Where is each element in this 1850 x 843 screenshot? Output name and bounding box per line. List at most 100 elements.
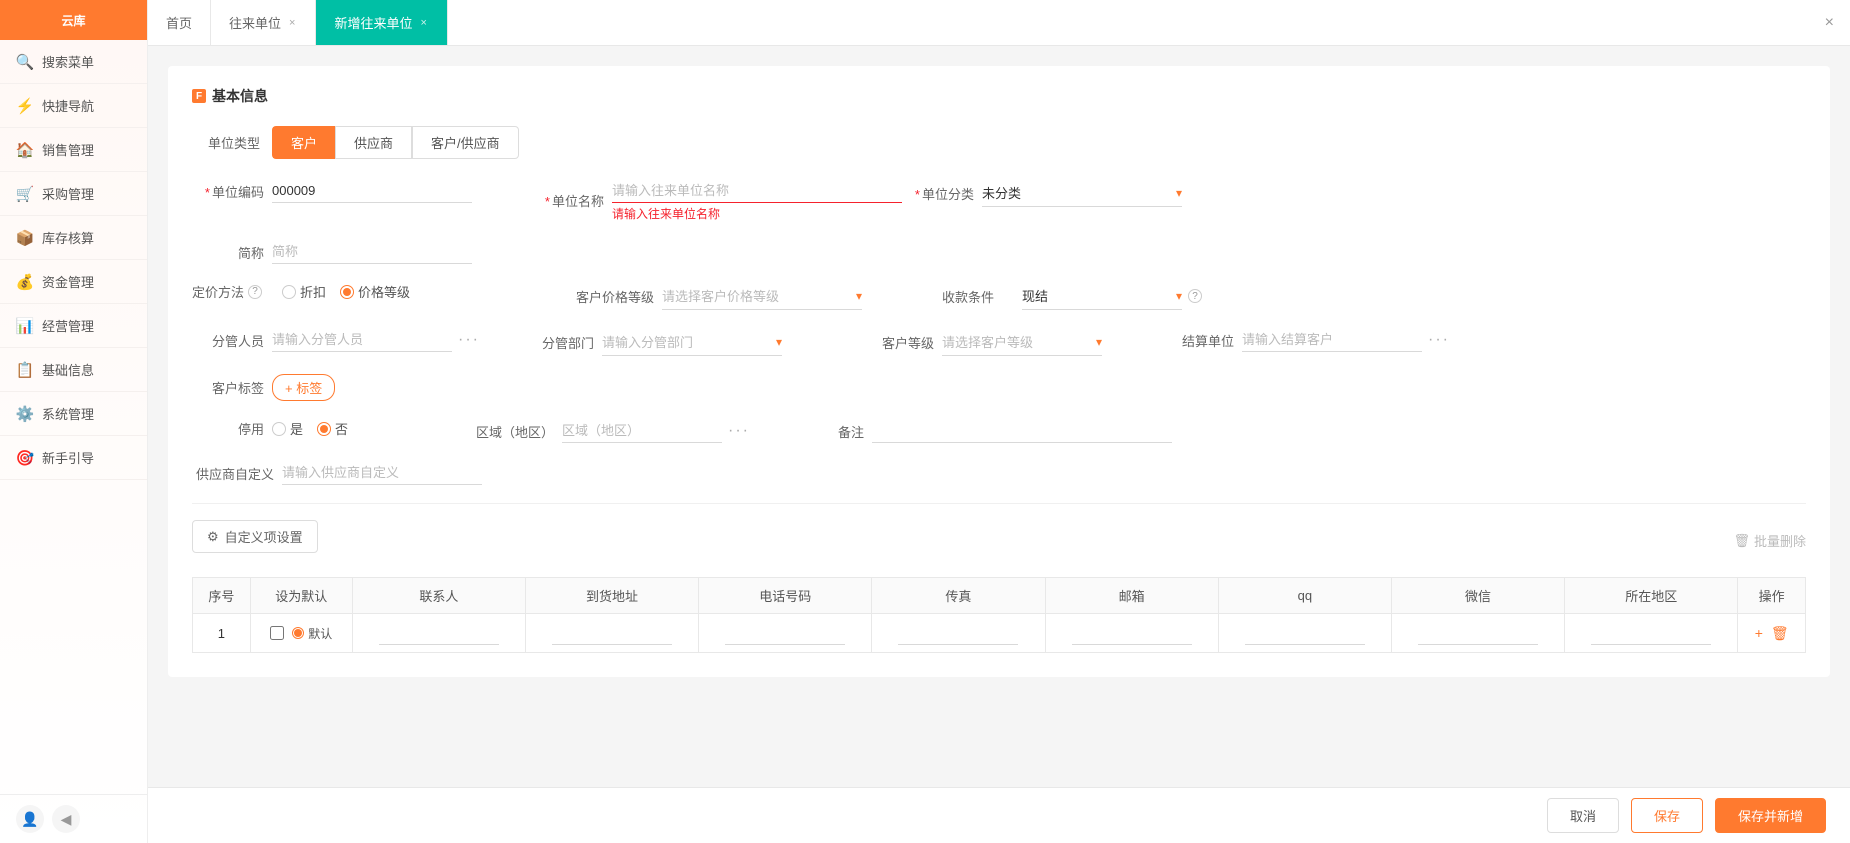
tab-partners[interactable]: 往来单位 × (211, 0, 316, 45)
sidebar-item-inventory[interactable]: 📦 库存核算 (0, 216, 147, 260)
sidebar-item-quick-nav[interactable]: ⚡ 快捷导航 (0, 84, 147, 128)
sidebar-item-basic-info[interactable]: 📋 基础信息 (0, 348, 147, 392)
dept-placeholder: 请输入分管部门 (602, 332, 776, 351)
type-btn-both[interactable]: 客户/供应商 (412, 126, 519, 159)
payment-terms-help-icon[interactable]: ? (1188, 289, 1202, 303)
save-and-new-button[interactable]: 保存并新增 (1715, 798, 1826, 833)
wechat-input[interactable] (1418, 621, 1538, 645)
col-wechat: 微信 (1391, 578, 1564, 614)
customer-level-select[interactable]: 请选择客户等级 ▾ (942, 328, 1102, 356)
radio-price-level-circle (340, 285, 354, 299)
sidebar-item-label: 搜索菜单 (42, 52, 94, 71)
row-delete-btn[interactable]: 🗑 (1771, 625, 1789, 642)
batch-delete-button[interactable]: 🗑 批量删除 (1733, 531, 1806, 550)
contact-input[interactable] (379, 621, 499, 645)
field-unit-code: *单位编码 (192, 179, 532, 203)
unit-type-label: 单位类型 (192, 133, 272, 152)
address-input[interactable] (552, 621, 672, 645)
region-label: 区域（地区） (472, 422, 562, 441)
sidebar-item-search[interactable]: 🔍 搜索菜单 (0, 40, 147, 84)
row-manager: 分管人员 ··· 分管部门 请输入分管部门 ▾ 客户等级 请选择客户等级 (192, 328, 1806, 356)
basic-info-icon: 📋 (16, 361, 34, 379)
save-button[interactable]: 保存 (1631, 798, 1703, 833)
phone-input[interactable] (725, 621, 845, 645)
manager-extra-btn[interactable]: ··· (452, 331, 486, 349)
quick-nav-icon: ⚡ (16, 97, 34, 115)
settlement-unit-extra-btn[interactable]: ··· (1422, 331, 1456, 349)
radio-yes-label: 是 (290, 419, 303, 438)
add-tag-button[interactable]: + 标签 (272, 374, 335, 401)
dept-select[interactable]: 请输入分管部门 ▾ (602, 328, 782, 356)
sidebar-item-label: 快捷导航 (42, 96, 94, 115)
radio-price-level[interactable]: 价格等级 (340, 282, 410, 301)
supplier-custom-input[interactable] (282, 461, 482, 485)
sidebar-item-sales[interactable]: 🏠 销售管理 (0, 128, 147, 172)
payment-terms-arrow: ▾ (1176, 289, 1182, 303)
type-btn-supplier[interactable]: 供应商 (335, 126, 412, 159)
row-short-name: 简称 (192, 240, 1806, 264)
short-name-input[interactable] (272, 240, 472, 264)
tab-new-partner[interactable]: 新增往来单位 × (316, 0, 447, 45)
section-title-text: 基本信息 (212, 86, 268, 106)
form-card: F 基本信息 单位类型 客户 供应商 客户/供应商 *单位编码 (168, 66, 1830, 677)
tab-partners-close[interactable]: × (287, 15, 297, 31)
sidebar-item-finance[interactable]: 💰 资金管理 (0, 260, 147, 304)
field-payment-terms: 收款条件 现结 ▾ ? (942, 282, 1262, 310)
col-region: 所在地区 (1565, 578, 1738, 614)
row-default-label: 默认 (308, 625, 332, 642)
radio-yes-circle (272, 422, 286, 436)
tab-home[interactable]: 首页 (148, 0, 211, 45)
sidebar-item-purchase[interactable]: 🛒 采购管理 (0, 172, 147, 216)
tab-new-partner-label: 新增往来单位 (334, 13, 412, 32)
custom-settings-button[interactable]: ⚙ 自定义项设置 (192, 520, 318, 553)
settlement-unit-input[interactable] (1242, 328, 1422, 352)
inventory-icon: 📦 (16, 229, 34, 247)
tab-partners-label: 往来单位 (229, 13, 281, 32)
customer-price-level-select[interactable]: 请选择客户价格等级 ▾ (662, 282, 862, 310)
col-address: 到货地址 (525, 578, 698, 614)
batch-delete-icon: 🗑 (1733, 533, 1750, 549)
tab-new-partner-close[interactable]: × (418, 15, 428, 31)
region-extra-btn[interactable]: ··· (722, 422, 756, 440)
unit-category-select[interactable]: 未分类 ▾ (982, 179, 1182, 207)
qq-input[interactable] (1245, 621, 1365, 645)
field-unit-category: *单位分类 未分类 ▾ (902, 179, 1242, 207)
email-input[interactable] (1072, 621, 1192, 645)
row-checkbox[interactable] (270, 626, 284, 640)
type-btn-customer[interactable]: 客户 (272, 126, 335, 159)
unit-code-input[interactable] (272, 179, 472, 203)
location-input[interactable] (1591, 621, 1711, 645)
manager-input[interactable] (272, 328, 452, 352)
col-action: 操作 (1738, 578, 1806, 614)
customer-level-placeholder: 请选择客户等级 (942, 332, 1096, 351)
radio-no-label: 否 (335, 419, 348, 438)
remark-label: 备注 (832, 422, 872, 441)
sidebar-item-beginner[interactable]: 🎯 新手引导 (0, 436, 147, 480)
row-add-btn[interactable]: + (1755, 625, 1763, 641)
sidebar-item-label: 销售管理 (42, 140, 94, 159)
sidebar-logo: 云库 (0, 0, 147, 40)
sidebar-expand-icon[interactable]: ◀ (52, 805, 80, 833)
sidebar-user-icon[interactable]: 👤 (16, 805, 44, 833)
unit-category-label: *单位分类 (902, 184, 982, 203)
tabbar-close-button[interactable]: × (1809, 0, 1850, 45)
field-settlement-unit: 结算单位 ··· (1172, 328, 1512, 352)
row-default-radio[interactable]: 默认 (292, 625, 332, 642)
radio-no[interactable]: 否 (317, 419, 348, 438)
form-content: F 基本信息 单位类型 客户 供应商 客户/供应商 *单位编码 (148, 46, 1850, 787)
radio-discount[interactable]: 折扣 (282, 282, 326, 301)
remark-input[interactable] (872, 419, 1172, 443)
sidebar-item-label: 新手引导 (42, 448, 94, 467)
pricing-help-icon[interactable]: ? (248, 285, 262, 299)
sidebar-item-operations[interactable]: 📊 经营管理 (0, 304, 147, 348)
unit-name-input[interactable] (612, 179, 902, 203)
payment-terms-select[interactable]: 现结 ▾ (1022, 282, 1182, 310)
cancel-button[interactable]: 取消 (1547, 798, 1619, 833)
fax-input[interactable] (898, 621, 1018, 645)
region-input[interactable] (562, 419, 722, 443)
radio-yes[interactable]: 是 (272, 419, 303, 438)
cell-location (1565, 614, 1738, 653)
sidebar-item-system[interactable]: ⚙️ 系统管理 (0, 392, 147, 436)
batch-delete-label: 批量删除 (1754, 531, 1806, 550)
cell-qq (1218, 614, 1391, 653)
